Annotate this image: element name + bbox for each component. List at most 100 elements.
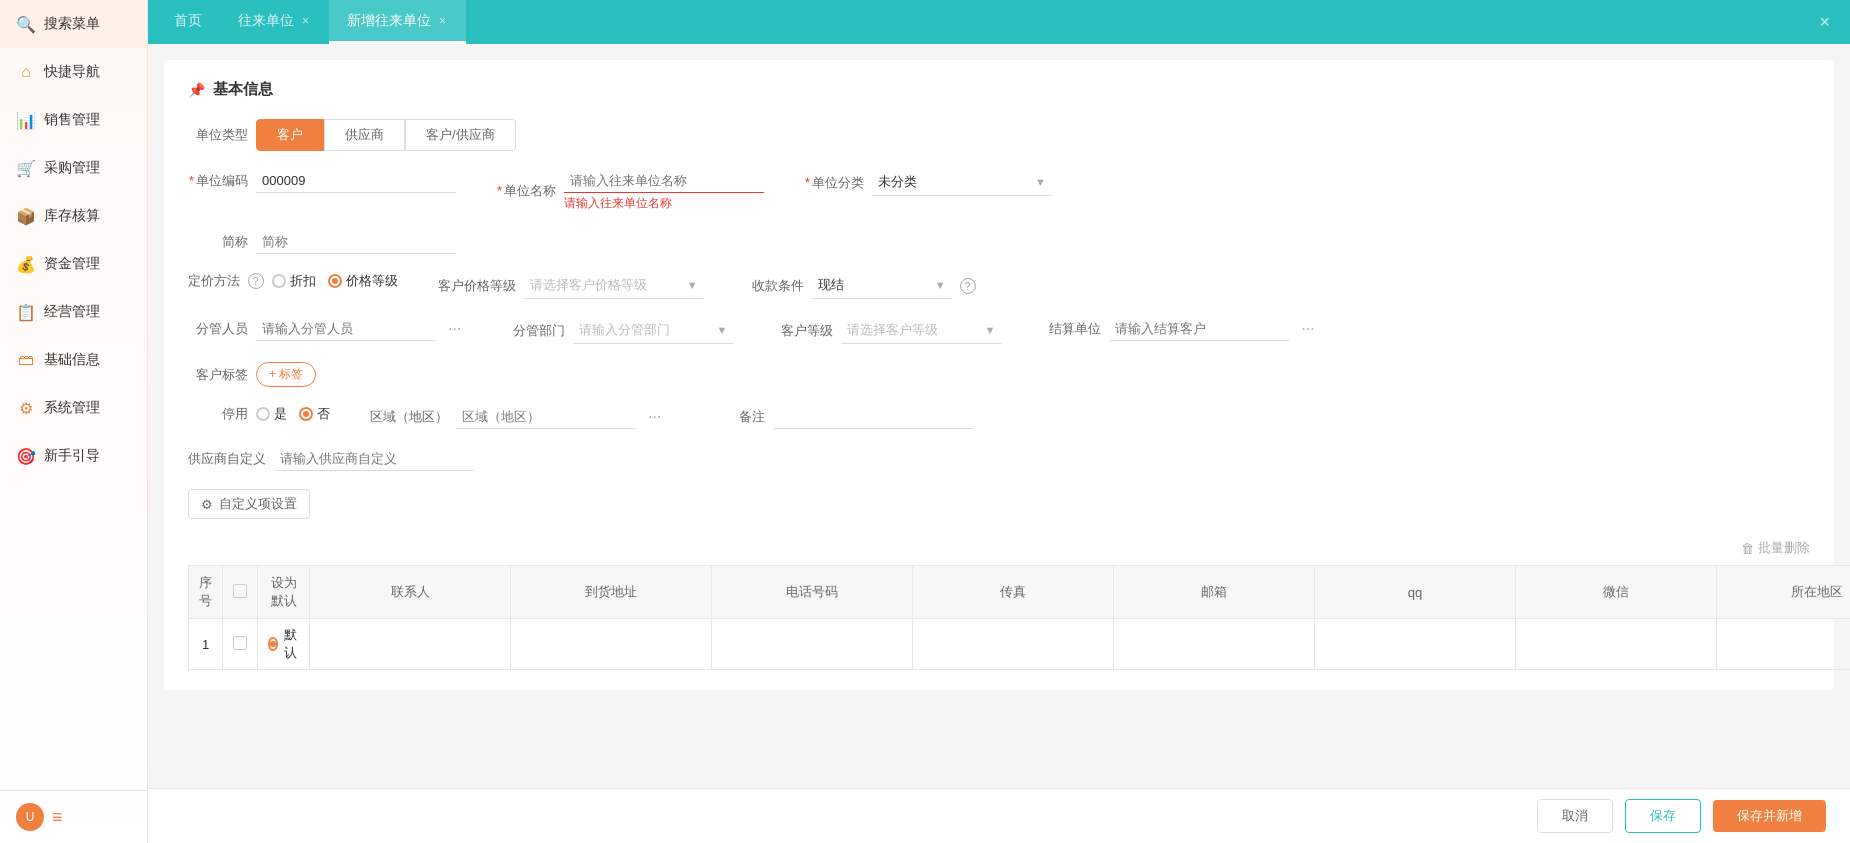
sidebar-item-label: 资金管理 (44, 255, 100, 273)
unit-category-select[interactable]: 未分类 ▼ (872, 169, 1052, 196)
payment-select[interactable]: 现结 ▼ (812, 272, 952, 299)
region-input[interactable] (456, 405, 636, 429)
sidebar-item-label: 系统管理 (44, 399, 100, 417)
supplier-custom-input[interactable] (274, 447, 474, 471)
customer-price-select[interactable]: 请选择客户价格等级 ▼ (524, 272, 704, 299)
phone-input[interactable] (722, 633, 902, 656)
col-contact: 联系人 (310, 566, 511, 619)
tab-home[interactable]: 首页 (156, 0, 220, 44)
finance-icon: 💰 (16, 254, 36, 274)
sidebar-item-finance[interactable]: 💰 资金管理 (0, 240, 147, 288)
region-dots-icon[interactable]: ··· (644, 408, 665, 426)
row-checkbox[interactable] (233, 636, 247, 650)
tag-row: 客户标签 + 标签 (188, 362, 1810, 387)
sidebar-item-system[interactable]: ⚙ 系统管理 (0, 384, 147, 432)
fax-input[interactable] (923, 633, 1103, 656)
qq-input[interactable] (1325, 633, 1505, 656)
col-seq: 序号 (189, 566, 223, 619)
sidebar-expand-icon: ≡ (52, 807, 63, 828)
abbr-input[interactable] (256, 230, 456, 254)
unit-name-input[interactable] (564, 169, 764, 193)
disabled-yes-radio[interactable] (256, 407, 270, 421)
manager-dots-icon[interactable]: ··· (444, 320, 465, 338)
unit-name-field: *单位名称 请输入往来单位名称 (496, 169, 764, 212)
unit-type-both-button[interactable]: 客户/供应商 (405, 119, 516, 151)
sidebar-item-inventory[interactable]: 📦 库存核算 (0, 192, 147, 240)
remark-field: 备注 (705, 405, 973, 429)
discount-radio[interactable] (272, 274, 286, 288)
sidebar-item-label: 快捷导航 (44, 63, 100, 81)
email-input[interactable] (1124, 633, 1304, 656)
guide-icon: 🎯 (16, 446, 36, 466)
supplier-custom-field: 供应商自定义 (188, 447, 474, 471)
cell-address (511, 619, 712, 670)
close-all-tabs-button[interactable]: × (1807, 0, 1842, 44)
col-wechat: 微信 (1516, 566, 1717, 619)
batch-delete-label[interactable]: 批量删除 (1758, 539, 1810, 557)
table-header: 序号 设为默认 联系人 到货地址 电话号码 传真 邮箱 qq 微信 所在地区 (189, 566, 1851, 619)
settlement-input[interactable] (1109, 317, 1289, 341)
cell-contact (310, 619, 511, 670)
disabled-no-radio[interactable] (299, 407, 313, 421)
sidebar-item-sales[interactable]: 📊 销售管理 (0, 96, 147, 144)
save-add-button[interactable]: 保存并新增 (1713, 800, 1826, 832)
sidebar-item-purchase[interactable]: 🛒 采购管理 (0, 144, 147, 192)
unit-type-supplier-button[interactable]: 供应商 (324, 119, 405, 151)
cell-phone (712, 619, 913, 670)
sidebar-item-label: 经营管理 (44, 303, 100, 321)
customer-level-select[interactable]: 请选择客户等级 ▼ (841, 317, 1001, 344)
tab-counterparty-label: 往来单位 (238, 12, 294, 30)
region-table-input[interactable] (1727, 633, 1850, 656)
disabled-no-option[interactable]: 否 (299, 405, 330, 423)
disabled-radio-group: 是 否 (256, 405, 330, 423)
manager-input[interactable] (256, 317, 436, 341)
abbr-label: 简称 (188, 233, 248, 251)
basic-icon: 🗃 (16, 350, 36, 370)
tab-new-counterparty-close[interactable]: × (437, 12, 448, 30)
select-all-checkbox[interactable] (233, 584, 247, 598)
save-button[interactable]: 保存 (1625, 799, 1701, 833)
pricing-discount-option[interactable]: 折扣 (272, 272, 316, 290)
cancel-button[interactable]: 取消 (1537, 799, 1613, 833)
wechat-input[interactable] (1526, 633, 1706, 656)
tab-counterparty[interactable]: 往来单位 × (220, 0, 329, 44)
default-radio-circle[interactable] (268, 637, 278, 651)
unit-category-label: *单位分类 (804, 174, 864, 192)
custom-settings-button[interactable]: ⚙ 自定义项设置 (188, 489, 310, 519)
sidebar-item-label: 新手引导 (44, 447, 100, 465)
unit-type-customer-button[interactable]: 客户 (256, 119, 324, 151)
table-header-row: 序号 设为默认 联系人 到货地址 电话号码 传真 邮箱 qq 微信 所在地区 (189, 566, 1851, 619)
disabled-field: 停用 是 否 (188, 405, 330, 423)
tab-new-counterparty[interactable]: 新增往来单位 × (329, 0, 466, 44)
manager-label: 分管人员 (188, 320, 248, 338)
dept-select[interactable]: 请输入分管部门 ▼ (573, 317, 733, 344)
cell-qq (1315, 619, 1516, 670)
address-input[interactable] (521, 633, 701, 656)
gear-icon: ⚙ (201, 497, 213, 512)
sidebar-item-search[interactable]: 🔍 搜索菜单 (0, 0, 147, 48)
sidebar-item-operations[interactable]: 📋 经营管理 (0, 288, 147, 336)
disabled-yes-option[interactable]: 是 (256, 405, 287, 423)
table-row: 1 默认 (189, 619, 1851, 670)
sales-icon: 📊 (16, 110, 36, 130)
sidebar-item-quicknav[interactable]: ⌂ 快捷导航 (0, 48, 147, 96)
sidebar-item-basic[interactable]: 🗃 基础信息 (0, 336, 147, 384)
unit-code-field: *单位编码 (188, 169, 456, 193)
pricing-help-icon[interactable]: ? (248, 273, 264, 289)
grade-radio[interactable] (328, 274, 342, 288)
sidebar: 🔍 搜索菜单 ⌂ 快捷导航 📊 销售管理 🛒 采购管理 📦 库存核算 💰 资金管… (0, 0, 148, 843)
settlement-dots-icon[interactable]: ··· (1297, 320, 1318, 338)
unit-category-value: 未分类 (878, 173, 1031, 191)
remark-label: 备注 (705, 408, 765, 426)
unit-code-input[interactable] (256, 169, 456, 193)
tab-counterparty-close[interactable]: × (300, 12, 311, 30)
payment-help-icon[interactable]: ? (960, 278, 976, 294)
contact-input[interactable] (320, 633, 500, 656)
disabled-label: 停用 (188, 405, 248, 423)
main-area: 首页 往来单位 × 新增往来单位 × × 📌 基本信息 单位类型 客户 (148, 0, 1850, 843)
row-default-radio[interactable]: 默认 (268, 626, 299, 662)
remark-input[interactable] (773, 405, 973, 429)
pricing-grade-option[interactable]: 价格等级 (328, 272, 398, 290)
sidebar-item-guide[interactable]: 🎯 新手引导 (0, 432, 147, 480)
add-tag-button[interactable]: + 标签 (256, 362, 316, 387)
